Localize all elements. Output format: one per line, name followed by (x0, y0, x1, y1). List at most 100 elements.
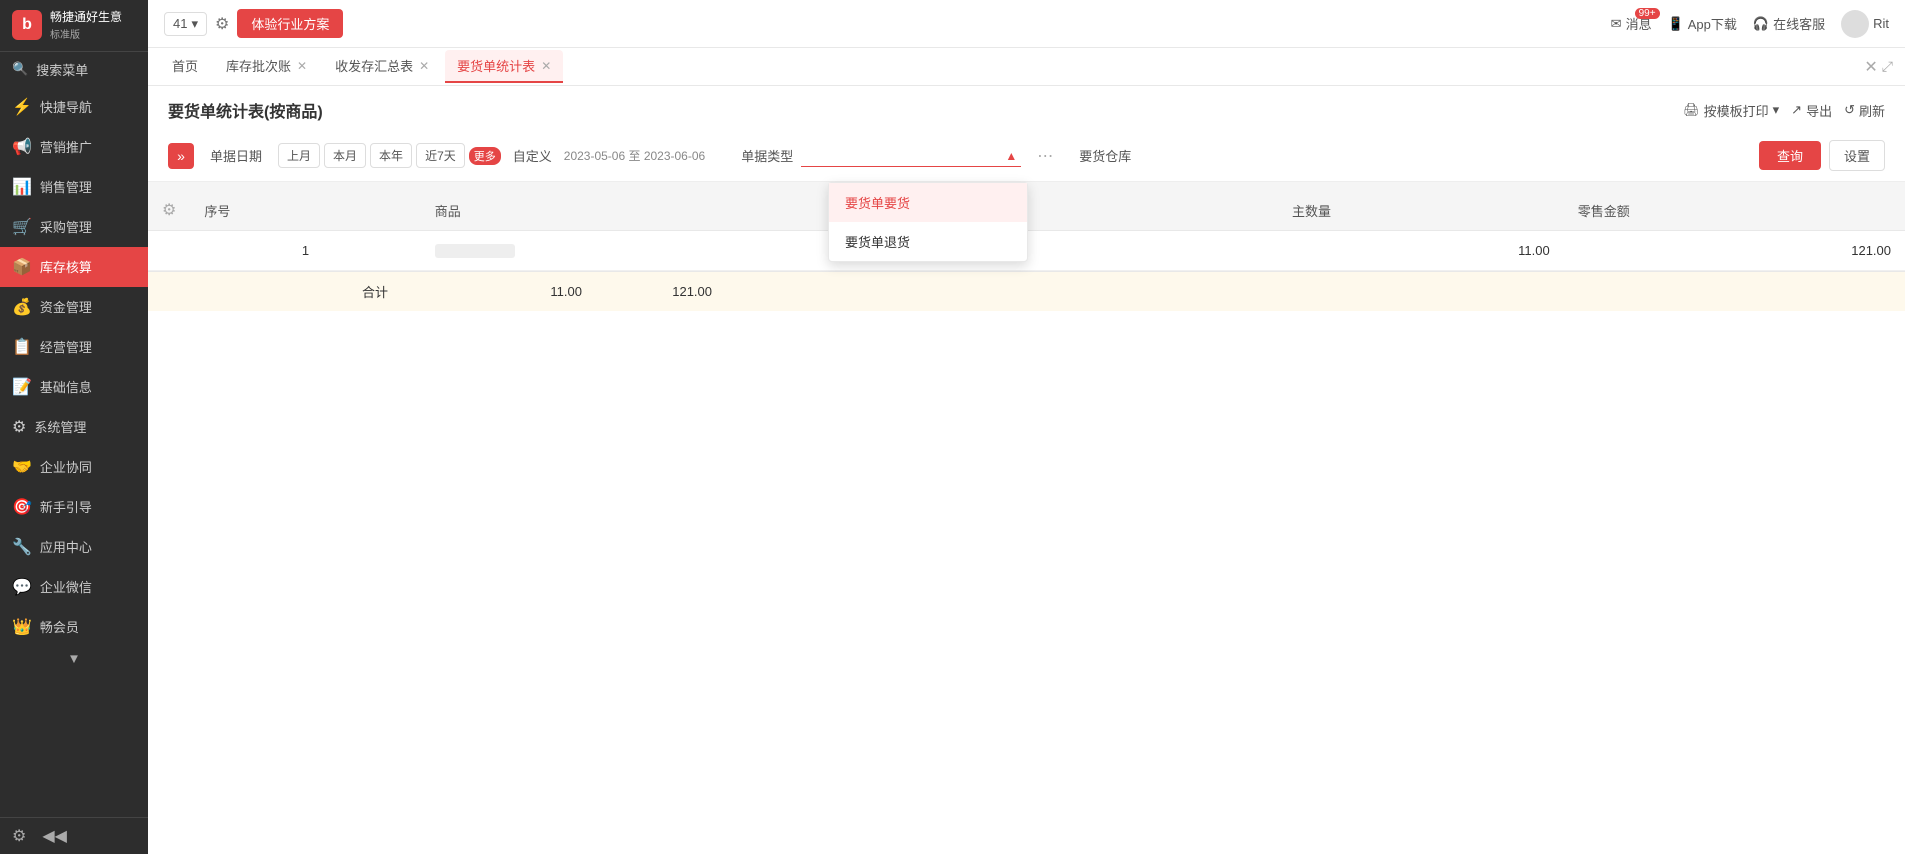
refresh-icon: ↺ (1844, 102, 1855, 118)
sidebar: b 畅捷通好生意 标准版 🔍 搜索菜单 ⚡ 快捷导航 📢 营销推广 📊 销售管理… (0, 0, 148, 854)
gear-icon[interactable]: ⚙ (215, 14, 229, 34)
app-download-item[interactable]: 📱 App下载 (1668, 14, 1737, 33)
tab-inventory-batch[interactable]: 库存批次账 ✕ (214, 50, 319, 83)
sidebar-item-label: 快捷导航 (40, 97, 92, 116)
online-service-label: 在线客服 (1773, 14, 1825, 33)
date-btn-last-7days[interactable]: 近7天 (416, 143, 465, 168)
app-center-icon: 🔧 (12, 537, 32, 557)
store-selector[interactable]: 41 ▾ (164, 12, 207, 36)
vip-icon: 👑 (12, 617, 32, 637)
sidebar-item-marketing[interactable]: 📢 营销推广 (0, 127, 148, 167)
dropdown-item-order-goods[interactable]: 要货单要货 (829, 183, 1027, 222)
tab-close-inventory-batch[interactable]: ✕ (297, 59, 307, 73)
app-download-label: App下载 (1688, 14, 1737, 33)
collapse-icon[interactable]: ◀◀ (42, 826, 67, 846)
row-product-cell (421, 231, 882, 271)
online-service-item[interactable]: 🎧 在线客服 (1753, 14, 1825, 33)
app-logo: b 畅捷通好生意 标准版 (0, 0, 148, 52)
sidebar-scroll-down[interactable]: ▼ (0, 647, 148, 670)
filter-area: » 单据日期 上月 本月 本年 近7天 更多 自定义 2023-05-06 至 … (148, 130, 1905, 182)
sidebar-item-purchase[interactable]: 🛒 采购管理 (0, 207, 148, 247)
type-dropdown-arrow[interactable]: ▲ (1005, 149, 1017, 163)
operations-icon: 📋 (12, 337, 32, 357)
tab-order-stats[interactable]: 要货单统计表 ✕ (445, 50, 563, 83)
print-button[interactable]: 🖨 按模板打印 ▾ (1683, 101, 1779, 120)
printer-icon: 🖨 (1683, 102, 1700, 118)
headset-icon: 🎧 (1753, 16, 1769, 32)
filter-more-icon[interactable]: ⋯ (1037, 146, 1053, 166)
footer-quantity: 11.00 (462, 284, 582, 299)
sidebar-item-vip[interactable]: 👑 畅会员 (0, 607, 148, 647)
system-icon: ⚙ (12, 417, 26, 437)
sidebar-item-wechat[interactable]: 💬 企业微信 (0, 567, 148, 607)
date-btn-this-year[interactable]: 本年 (370, 143, 412, 168)
maximize-icon[interactable]: ⤢ (1882, 58, 1893, 75)
date-more-badge[interactable]: 更多 (469, 147, 501, 165)
type-dropdown: 要货单要货 要货单退货 (828, 182, 1028, 262)
tab-order-stats-label: 要货单统计表 (457, 56, 535, 75)
sidebar-item-system[interactable]: ⚙ 系统管理 (0, 407, 148, 447)
sidebar-item-basic-info[interactable]: 📝 基础信息 (0, 367, 148, 407)
footer-label: 合计 (362, 282, 462, 301)
sidebar-item-quick-nav[interactable]: ⚡ 快捷导航 (0, 87, 148, 127)
tab-close-receive-summary[interactable]: ✕ (419, 59, 429, 73)
row-settings-cell (148, 231, 190, 271)
row-quantity-cell: 11.00 (1278, 231, 1564, 271)
footer-amount: 121.00 (632, 284, 712, 299)
purchase-icon: 🛒 (12, 217, 32, 237)
store-number: 41 (173, 16, 187, 31)
tab-home[interactable]: 首页 (160, 50, 210, 83)
tab-inventory-batch-label: 库存批次账 (226, 56, 291, 75)
col-product-header: 商品 (421, 190, 882, 231)
tab-close-order-stats[interactable]: ✕ (541, 59, 551, 73)
col-quantity-header: 主数量 (1278, 190, 1564, 231)
date-range-display: 2023-05-06 至 2023-06-06 (564, 147, 705, 164)
topbar: 41 ▾ ⚙ 体验行业方案 ✉ 消息 99+ 📱 App下载 🎧 在线客服 R (148, 0, 1905, 48)
search-menu[interactable]: 🔍 搜索菜单 (0, 52, 148, 87)
sidebar-item-label: 采购管理 (40, 217, 92, 236)
sidebar-item-sales[interactable]: 📊 销售管理 (0, 167, 148, 207)
date-filter-group: 上月 本月 本年 近7天 更多 自定义 2023-05-06 至 2023-06… (278, 143, 705, 168)
type-select-input[interactable] (801, 145, 1021, 167)
guide-icon: 🎯 (12, 497, 32, 517)
refresh-button[interactable]: ↺ 刷新 (1844, 101, 1885, 120)
col-settings-icon[interactable]: ⚙ (162, 202, 176, 219)
sidebar-item-label: 系统管理 (34, 417, 86, 436)
tabbar: 首页 库存批次账 ✕ 收发存汇总表 ✕ 要货单统计表 ✕ ✕ ⤢ (148, 48, 1905, 86)
avatar (1841, 10, 1869, 38)
message-item[interactable]: ✉ 消息 99+ (1611, 14, 1652, 33)
inventory-icon: 📦 (12, 257, 32, 277)
export-icon: ↗ (1791, 102, 1802, 118)
dropdown-item-order-return[interactable]: 要货单退货 (829, 222, 1027, 261)
tab-receive-summary[interactable]: 收发存汇总表 ✕ (323, 50, 441, 83)
settings-icon[interactable]: ⚙ (12, 826, 26, 846)
sidebar-item-label: 应用中心 (40, 537, 92, 556)
query-button[interactable]: 查询 (1759, 141, 1821, 170)
page-actions: 🖨 按模板打印 ▾ ↗ 导出 ↺ 刷新 (1683, 101, 1885, 120)
warehouse-label: 要货仓库 (1079, 146, 1131, 165)
sidebar-item-label: 销售管理 (40, 177, 92, 196)
close-all-icon[interactable]: ✕ (1864, 57, 1877, 77)
sidebar-item-enterprise[interactable]: 🤝 企业协同 (0, 447, 148, 487)
sidebar-item-operations[interactable]: 📋 经营管理 (0, 327, 148, 367)
settings-button[interactable]: 设置 (1829, 140, 1885, 171)
sidebar-item-finance[interactable]: 💰 资金管理 (0, 287, 148, 327)
export-button[interactable]: ↗ 导出 (1791, 101, 1832, 120)
sidebar-item-app-center[interactable]: 🔧 应用中心 (0, 527, 148, 567)
enterprise-icon: 🤝 (12, 457, 32, 477)
user-name: Rit (1873, 16, 1889, 31)
date-btn-last-month[interactable]: 上月 (278, 143, 320, 168)
type-select-wrap: ▲ (801, 145, 1021, 167)
filter-toggle-btn[interactable]: » (168, 143, 194, 169)
trial-button[interactable]: 体验行业方案 (237, 9, 343, 38)
app-name: 畅捷通好生意 (50, 10, 122, 26)
date-btn-this-month[interactable]: 本月 (324, 143, 366, 168)
date-custom-btn[interactable]: 自定义 (505, 143, 560, 168)
sidebar-item-guide[interactable]: 🎯 新手引导 (0, 487, 148, 527)
search-icon: 🔍 (12, 61, 28, 77)
quick-nav-icon: ⚡ (12, 97, 32, 117)
user-avatar-item[interactable]: Rit (1841, 10, 1889, 38)
sidebar-item-inventory[interactable]: 📦 库存核算 (0, 247, 148, 287)
sidebar-item-label: 经营管理 (40, 337, 92, 356)
phone-icon: 📱 (1668, 16, 1684, 32)
